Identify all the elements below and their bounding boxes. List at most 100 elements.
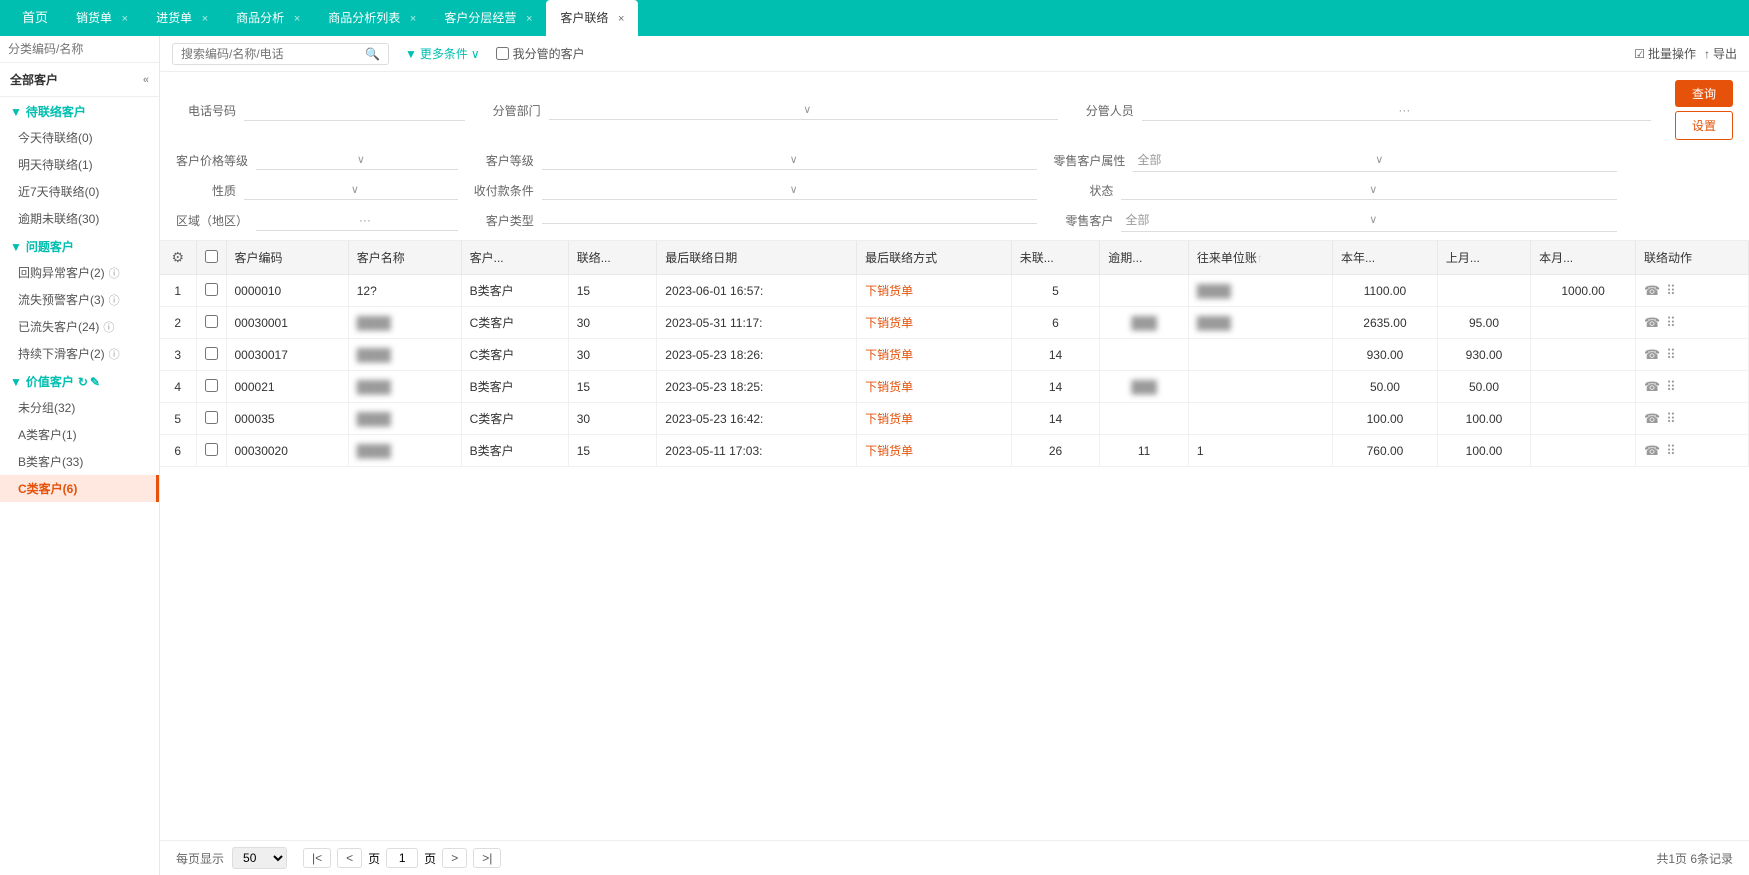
my-customers-checkbox-label[interactable]: 我分管的客户	[496, 45, 585, 62]
row-last-contact-type[interactable]: 下销货单	[857, 403, 1012, 435]
sidebar-item-7days[interactable]: 近7天待联络(0)	[0, 178, 159, 205]
row-checkbox[interactable]	[196, 307, 226, 339]
sidebar-item-loss-warning[interactable]: 流失预警客户(3) ⓘ	[0, 286, 159, 313]
close-icon[interactable]: ×	[294, 13, 300, 25]
more-action-icon[interactable]: ⠿	[1666, 283, 1676, 299]
contact-icon[interactable]: ☎	[1644, 379, 1660, 395]
sidebar-item-today[interactable]: 今天待联络(0)	[0, 124, 159, 151]
contact-icon[interactable]: ☎	[1644, 411, 1660, 427]
more-icon[interactable]: ···	[359, 213, 454, 227]
row-cust-name: ████	[348, 403, 461, 435]
row-checkbox[interactable]	[196, 435, 226, 467]
row-checkbox[interactable]	[196, 403, 226, 435]
filter-nature: 性质 ∨	[176, 180, 458, 200]
settings-button[interactable]: 设置	[1675, 111, 1733, 140]
first-page-btn[interactable]: |<	[303, 848, 331, 868]
sidebar-item-tomorrow[interactable]: 明天待联络(1)	[0, 151, 159, 178]
row-checkbox[interactable]	[196, 339, 226, 371]
more-action-icon[interactable]: ⠿	[1666, 379, 1676, 395]
row-last-contact-type[interactable]: 下销货单	[857, 371, 1012, 403]
more-action-icon[interactable]: ⠿	[1666, 411, 1676, 427]
status-select[interactable]: ∨	[1121, 180, 1617, 200]
phone-input[interactable]	[244, 100, 465, 121]
page-size-select[interactable]: 50 100 200	[232, 847, 287, 869]
export-btn[interactable]: ↑ 导出	[1704, 45, 1737, 62]
select-all-checkbox[interactable]	[205, 250, 218, 263]
sidebar-search-input[interactable]	[8, 42, 160, 56]
page-input[interactable]	[386, 848, 418, 868]
sidebar-item-lost[interactable]: 已流失客户(24) ⓘ	[0, 313, 159, 340]
filter-retail-attr: 零售客户属性 全部 ∨	[1053, 148, 1617, 172]
contact-icon[interactable]: ☎	[1644, 283, 1660, 299]
nav-tab-customer-contact[interactable]: 客户联络 ×	[546, 0, 638, 36]
nav-tab-customer-tier[interactable]: 客户分层经营 ×	[430, 0, 546, 36]
gear-icon[interactable]: ⚙	[171, 249, 184, 266]
payment-select[interactable]: ∨	[542, 180, 1038, 200]
close-icon[interactable]: ×	[526, 13, 532, 25]
data-table-container: ⚙ 客户编码 客户名称 客户... 联络... 最后联络日期 最后联络方式 未联…	[160, 241, 1749, 840]
my-customers-checkbox[interactable]	[496, 47, 509, 60]
nav-home[interactable]: 首页	[8, 0, 62, 36]
nature-select[interactable]: ∨	[244, 180, 458, 200]
nav-tab-analysis-list[interactable]: 商品分析列表 ×	[314, 0, 430, 36]
sidebar-item-class-a[interactable]: A类客户(1)	[0, 421, 159, 448]
row-cust-type: B类客户	[461, 435, 568, 467]
close-icon[interactable]: ×	[122, 13, 128, 25]
row-last-contact-type[interactable]: 下销货单	[857, 339, 1012, 371]
contact-icon[interactable]: ☎	[1644, 315, 1660, 331]
search-box[interactable]: 🔍	[172, 43, 389, 65]
row-checkbox[interactable]	[196, 275, 226, 307]
refresh-icon[interactable]: ↻	[78, 375, 88, 389]
next-page-btn[interactable]: >	[442, 848, 467, 868]
retail-select[interactable]: 全部 ∨	[1121, 208, 1617, 232]
nav-tab-analysis[interactable]: 商品分析 ×	[222, 0, 314, 36]
info-icon: ⓘ	[109, 265, 120, 281]
last-page-btn[interactable]: >|	[473, 848, 501, 868]
close-icon[interactable]: ×	[618, 13, 624, 25]
contact-icon[interactable]: ☎	[1644, 347, 1660, 363]
more-action-icon[interactable]: ⠿	[1666, 315, 1676, 331]
sidebar-all-customers[interactable]: 全部客户 «	[0, 63, 159, 97]
query-button[interactable]: 查询	[1675, 80, 1733, 107]
search-input[interactable]	[181, 47, 361, 61]
chevron-down-icon: ∨	[1375, 153, 1613, 166]
cust-level-select[interactable]: ∨	[542, 150, 1038, 170]
retail-attr-select[interactable]: 全部 ∨	[1133, 148, 1617, 172]
more-action-icon[interactable]: ⠿	[1666, 443, 1676, 459]
search-icon[interactable]: 🔍	[365, 47, 380, 61]
sidebar-item-unclassified[interactable]: 未分组(32)	[0, 394, 159, 421]
edit-icon[interactable]: ✎	[90, 375, 100, 389]
contact-icon[interactable]: ☎	[1644, 443, 1660, 459]
bottom-bar: 每页显示 50 100 200 |< < 页 页 > >| 共1页 6条记录	[160, 840, 1749, 875]
row-last-contact-type[interactable]: 下销货单	[857, 307, 1012, 339]
row-checkbox[interactable]	[196, 371, 226, 403]
batch-operation-btn[interactable]: ☑ 批量操作	[1634, 45, 1696, 62]
row-last-contact-type[interactable]: 下销货单	[857, 435, 1012, 467]
sidebar-item-declining[interactable]: 持续下滑客户(2) ⓘ	[0, 340, 159, 367]
dept-select[interactable]: ∨	[549, 100, 1058, 120]
more-icon[interactable]: ···	[1398, 103, 1647, 117]
close-icon[interactable]: ×	[202, 13, 208, 25]
row-contact: 30	[568, 307, 657, 339]
sidebar-item-class-c[interactable]: C类客户(6)	[0, 475, 159, 502]
cust-type-select[interactable]	[542, 217, 1038, 224]
row-last-contact-type[interactable]: 下销货单	[857, 275, 1012, 307]
nav-tab-purchase[interactable]: 进货单 ×	[142, 0, 222, 36]
person-select[interactable]: ···	[1142, 100, 1651, 121]
sidebar-item-class-b[interactable]: B类客户(33)	[0, 448, 159, 475]
prev-page-btn[interactable]: <	[337, 848, 362, 868]
nav-tab-sales[interactable]: 销货单 ×	[62, 0, 142, 36]
region-select[interactable]: ···	[256, 210, 458, 231]
row-contact: 30	[568, 339, 657, 371]
value-level-select[interactable]: ∨	[256, 150, 458, 170]
filter-more-btn[interactable]: ▼ 更多条件 ∨	[397, 42, 488, 65]
check-icon: ☑	[1634, 47, 1645, 61]
more-action-icon[interactable]: ⠿	[1666, 347, 1676, 363]
row-not-contacted: 14	[1011, 403, 1100, 435]
sidebar-item-overdue[interactable]: 逾期未联络(30)	[0, 205, 159, 232]
sidebar-item-repurchase-abnormal[interactable]: 回购异常客户(2) ⓘ	[0, 259, 159, 286]
row-overdue: ███	[1100, 371, 1189, 403]
info-icon: ⓘ	[109, 346, 120, 362]
sidebar-search-box[interactable]: 🔍	[0, 36, 159, 63]
close-icon[interactable]: ×	[410, 13, 416, 25]
